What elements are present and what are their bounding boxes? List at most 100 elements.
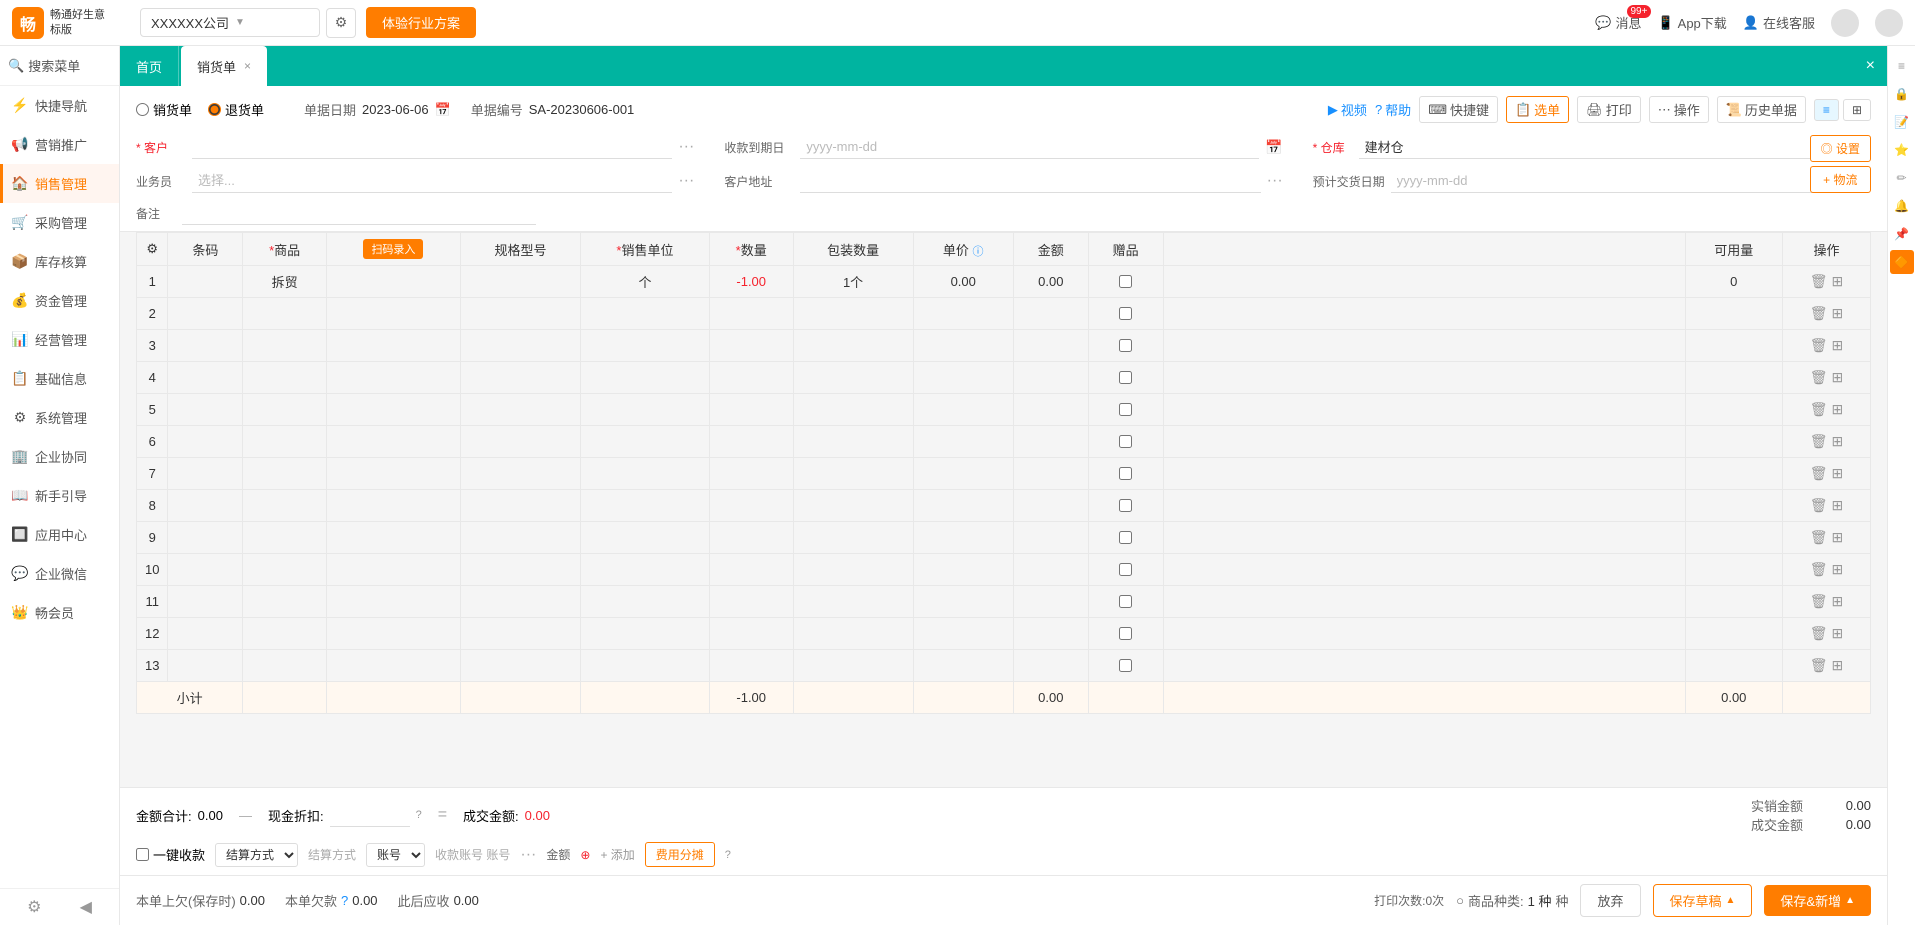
save-draft-button[interactable]: 保存草稿 ▲ [1653,884,1753,917]
discard-button[interactable]: 放弃 [1580,884,1640,917]
row-copy-button[interactable]: ⊞ [1832,497,1844,514]
avatar-2[interactable] [1875,9,1903,37]
customer-addr-input[interactable] [800,169,1260,193]
row-delete-button[interactable]: 🗑 [1810,657,1828,674]
help-link[interactable]: ? 帮助 [1375,100,1411,119]
addr-more-icon[interactable]: ··· [1267,172,1283,190]
row-copy-button[interactable]: ⊞ [1832,273,1844,290]
account-more-icon[interactable]: ··· [520,846,536,864]
row-delete-button[interactable]: 🗑 [1810,593,1828,610]
online-service-button[interactable]: 👤 在线客服 [1743,13,1815,32]
history-button[interactable]: 📜 历史单据 [1717,96,1806,123]
sidebar-item-appstore[interactable]: 🔲 应用中心 [0,515,119,554]
sidebar-item-guide[interactable]: 📖 新手引导 [0,476,119,515]
row-copy-button[interactable]: ⊞ [1832,305,1844,322]
tab-sales-order[interactable]: 销货单 × [181,46,267,86]
row-delete-button[interactable]: 🗑 [1810,337,1828,354]
row-delete-button[interactable]: 🗑 [1810,305,1828,322]
row-delete-button[interactable]: 🗑 [1810,497,1828,514]
sales-order-radio[interactable]: 销货单 [136,100,192,119]
sidebar-item-finance[interactable]: 💰 资金管理 [0,281,119,320]
row-delete-button[interactable]: 🗑 [1810,529,1828,546]
sidebar-item-member[interactable]: 👑 畅会员 [0,593,119,632]
sidebar-item-wechat[interactable]: 💬 企业微信 [0,554,119,593]
sidebar-item-enterprise[interactable]: 🏢 企业协同 [0,437,119,476]
row-copy-button[interactable]: ⊞ [1832,337,1844,354]
save-new-button[interactable]: 保存&新增 ▲ [1764,885,1871,916]
account-select[interactable]: 账号 [366,843,425,867]
payment-help-icon[interactable]: ? [725,849,731,861]
settings-button[interactable]: ⚙ [326,8,356,38]
sidebar-item-marketing[interactable]: 📢 营销推广 [0,125,119,164]
row-copy-button[interactable]: ⊞ [1832,593,1844,610]
rs-note-button[interactable]: 📝 [1890,110,1914,134]
tabs-close-button[interactable]: × [1854,57,1887,75]
row-delete-button[interactable]: 🗑 [1810,433,1828,450]
sidebar-search[interactable]: 🔍 搜索菜单 [0,46,119,86]
one-click-checkbox[interactable] [136,848,149,861]
row-copy-button[interactable]: ⊞ [1832,657,1844,674]
avatar[interactable] [1831,9,1859,37]
row-delete-button[interactable]: 🗑 [1810,465,1828,482]
shortcut-button[interactable]: ⌨ 快捷键 [1419,96,1498,123]
rs-pin-button[interactable]: 📌 [1890,222,1914,246]
rs-list-button[interactable]: ≡ [1890,54,1914,78]
row-copy-button[interactable]: ⊞ [1832,369,1844,386]
row-copy-button[interactable]: ⊞ [1832,401,1844,418]
rs-orange-button[interactable]: 🔶 [1890,250,1914,274]
calendar-icon-2[interactable]: 📅 [1265,139,1282,156]
row-delete-button[interactable]: 🗑 [1810,401,1828,418]
rs-bell-button[interactable]: 🔔 [1890,194,1914,218]
trial-button[interactable]: 体验行业方案 [366,7,476,38]
one-click-payment[interactable]: 一键收款 [136,845,205,864]
rs-lock-button[interactable]: 🔒 [1890,82,1914,106]
sidebar-item-operation[interactable]: 📊 经营管理 [0,320,119,359]
delivery-date-input[interactable] [1391,169,1848,193]
print-button[interactable]: 🖨 打印 [1577,96,1641,123]
payment-due-input[interactable] [800,135,1259,159]
remark-input[interactable] [182,201,536,225]
sidebar-item-system[interactable]: ⚙ 系统管理 [0,398,119,437]
salesperson-more-icon[interactable]: ··· [678,172,694,190]
row-delete-button[interactable]: 🗑 [1810,369,1828,386]
settings-bottom-icon[interactable]: ⚙ [27,897,41,917]
settings-side-button[interactable]: ◎ 设置 [1810,135,1871,162]
sidebar-item-inventory[interactable]: 📦 库存核算 [0,242,119,281]
row-copy-button[interactable]: ⊞ [1832,529,1844,546]
customer-input[interactable] [192,135,672,159]
add-payment-icon[interactable]: ⊕ [580,848,590,862]
row-delete-button[interactable]: 🗑 [1810,561,1828,578]
select-button[interactable]: 📋 选单 [1506,96,1569,123]
row-copy-button[interactable]: ⊞ [1832,465,1844,482]
sidebar-item-purchase[interactable]: 🛒 采购管理 [0,203,119,242]
sidebar-item-basic[interactable]: 📋 基础信息 [0,359,119,398]
salesperson-input[interactable] [192,169,672,193]
app-download-button[interactable]: 📱 App下载 [1657,13,1726,32]
collapse-icon[interactable]: ◀ [80,897,92,917]
rs-star-button[interactable]: ⭐ [1890,138,1914,162]
row-delete-button[interactable]: 🗑 [1810,273,1828,290]
grid-view-button[interactable]: ⊞ [1843,99,1871,121]
row-copy-button[interactable]: ⊞ [1832,561,1844,578]
rs-edit-button[interactable]: ✏ [1890,166,1914,190]
return-order-radio[interactable]: 退货单 [208,100,264,119]
tab-home[interactable]: 首页 [120,46,179,86]
expense-split-button[interactable]: 费用分摊 [645,842,715,867]
debt-help-icon[interactable]: ? [341,893,348,908]
tab-close-icon[interactable]: × [244,59,251,73]
company-selector[interactable]: XXXXXX公司 ▼ [140,8,320,37]
calendar-icon[interactable]: 📅 [435,102,451,118]
operation-button[interactable]: ⋯ 操作 [1649,96,1709,123]
logistics-side-button[interactable]: + 物流 [1810,166,1871,193]
sidebar-item-quick-nav[interactable]: ⚡ 快捷导航 [0,86,119,125]
row-copy-button[interactable]: ⊞ [1832,625,1844,642]
list-view-button[interactable]: ≡ [1814,99,1839,121]
discount-help-icon[interactable]: ? [416,809,422,821]
message-button[interactable]: 💬 消息 99+ [1595,13,1641,32]
row-copy-button[interactable]: ⊞ [1832,433,1844,450]
payment-method-select[interactable]: 结算方式 [215,843,298,867]
warehouse-input[interactable] [1359,135,1849,159]
video-link[interactable]: ▶ 视频 [1328,100,1367,119]
col-settings[interactable]: ⚙ [137,233,168,266]
row-delete-button[interactable]: 🗑 [1810,625,1828,642]
